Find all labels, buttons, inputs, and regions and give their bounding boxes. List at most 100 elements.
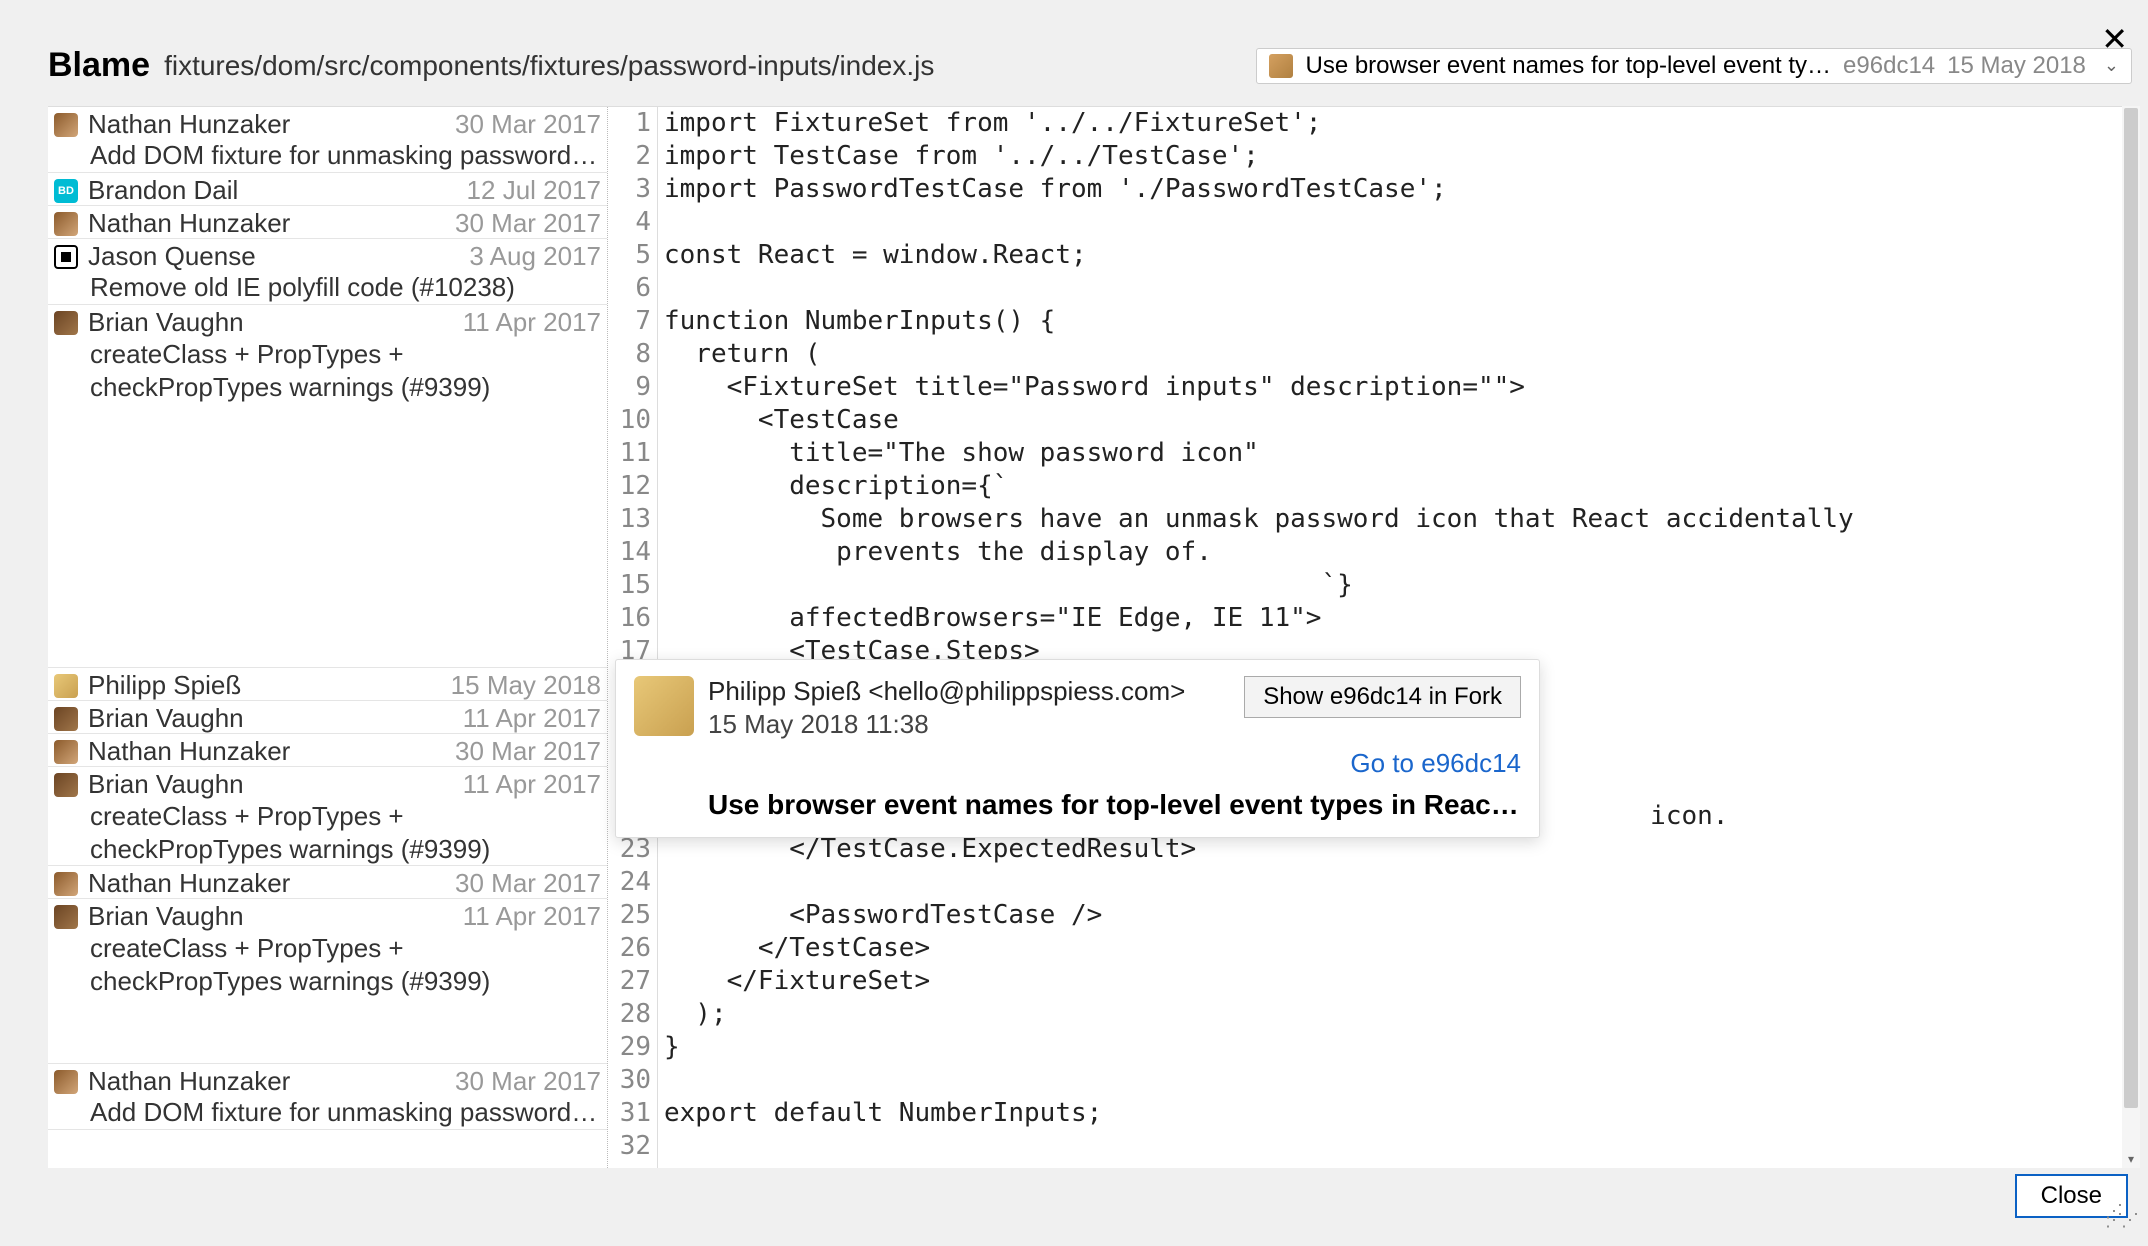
author-avatar-icon <box>54 773 78 797</box>
line-number: 8 <box>608 338 651 371</box>
author-name: Jason Quense <box>88 241 459 272</box>
commit-tooltip: Philipp Spieß <hello@philippspiess.com> … <box>615 659 1540 838</box>
author-avatar-icon <box>54 311 78 335</box>
code-line: import TestCase from '../../TestCase'; <box>664 140 2132 173</box>
author-name: Nathan Hunzaker <box>88 868 445 899</box>
scroll-thumb[interactable] <box>2124 108 2138 1108</box>
code-line: <TestCase <box>664 404 2132 437</box>
code-line: </TestCase> <box>664 932 2132 965</box>
author-name: Nathan Hunzaker <box>88 1066 445 1097</box>
author-avatar-icon <box>54 212 78 236</box>
blame-hunk[interactable]: Brian Vaughn 11 Apr 2017createClass + Pro… <box>48 899 607 1064</box>
scroll-down-icon[interactable]: ▾ <box>2122 1152 2140 1166</box>
author-name: Brian Vaughn <box>88 901 453 932</box>
line-number: 4 <box>608 206 651 239</box>
code-line: } <box>664 1031 2132 1064</box>
blame-commit-message: createClass + PropTypes + checkPropTypes… <box>48 932 607 1000</box>
blame-date: 30 Mar 2017 <box>455 1066 601 1097</box>
author-name: Brian Vaughn <box>88 307 453 338</box>
author-avatar-icon <box>54 905 78 929</box>
blame-hunk[interactable]: Brian Vaughn 11 Apr 2017createClass + Pro… <box>48 305 607 668</box>
author-avatar-icon <box>54 1070 78 1094</box>
header: Blame fixtures/dom/src/components/fixtur… <box>40 18 2140 85</box>
code-line: affectedBrowsers="IE Edge, IE 11"> <box>664 602 2132 635</box>
blame-date: 30 Mar 2017 <box>455 868 601 899</box>
code-view[interactable]: import FixtureSet from '../../FixtureSet… <box>658 107 2132 1168</box>
blame-window: ✕ Blame fixtures/dom/src/components/fixt… <box>40 18 2140 1228</box>
line-number: 3 <box>608 173 651 206</box>
line-number: 1 <box>608 107 651 140</box>
commit-timestamp: 15 May 2018 11:38 <box>708 709 1230 740</box>
line-number: 10 <box>608 404 651 437</box>
code-line: const React = window.React; <box>664 239 2132 272</box>
line-number: 14 <box>608 536 651 569</box>
author-avatar-icon <box>54 674 78 698</box>
code-line: import PasswordTestCase from './Password… <box>664 173 2132 206</box>
line-number: 13 <box>608 503 651 536</box>
blame-commit-message: Remove old IE polyfill code (#10238) <box>48 272 607 305</box>
blame-date: 11 Apr 2017 <box>463 703 601 734</box>
show-in-fork-button[interactable]: Show e96dc14 in Fork <box>1244 676 1521 718</box>
line-number-gutter: 1234567891011121314151617181920212223242… <box>608 107 658 1168</box>
blame-hunk[interactable]: Brian Vaughn11 Apr 2017createClass + Pro… <box>48 767 607 866</box>
code-line: `} <box>664 569 2132 602</box>
code-line <box>664 1064 2132 1097</box>
code-line: description={` <box>664 470 2132 503</box>
author-email: Philipp Spieß <hello@philippspiess.com> <box>708 676 1230 707</box>
blame-hunk[interactable]: Nathan Hunzaker 30 Mar 2017Add DOM fixtur… <box>48 1064 607 1130</box>
line-number: 15 <box>608 569 651 602</box>
vertical-scrollbar[interactable]: ▴ ▾ <box>2122 106 2140 1168</box>
line-number: 5 <box>608 239 651 272</box>
blame-hunk[interactable]: BDBrandon Dail12 Jul 2017 <box>48 173 607 206</box>
close-icon[interactable]: ✕ <box>2101 23 2128 55</box>
commit-message: Use browser event names for top-level ev… <box>1305 52 1831 80</box>
code-line: export default NumberInputs; <box>664 1097 2132 1130</box>
author-name: Brian Vaughn <box>88 769 453 800</box>
line-number: 16 <box>608 602 651 635</box>
blame-date: 12 Jul 2017 <box>467 175 601 206</box>
line-number: 11 <box>608 437 651 470</box>
blame-date: 30 Mar 2017 <box>455 109 601 140</box>
line-number: 28 <box>608 998 651 1031</box>
blame-hunk[interactable]: Philipp Spieß15 May 2018 <box>48 668 607 701</box>
code-line: title="The show password icon" <box>664 437 2132 470</box>
blame-hunk[interactable]: Nathan Hunzaker 30 Mar 2017Add DOM fixtur… <box>48 107 607 173</box>
author-avatar-icon <box>54 872 78 896</box>
blame-hunk[interactable]: Nathan Hunzaker30 Mar 2017 <box>48 206 607 239</box>
code-line: Some browsers have an unmask password ic… <box>664 503 2132 536</box>
line-number: 31 <box>608 1097 651 1130</box>
commit-selector[interactable]: Use browser event names for top-level ev… <box>1256 48 2132 84</box>
blame-date: 11 Apr 2017 <box>463 901 601 932</box>
blame-date: 30 Mar 2017 <box>455 736 601 767</box>
code-line: <PasswordTestCase /> <box>664 899 2132 932</box>
commit-hash: e96dc14 <box>1843 52 1935 80</box>
go-to-commit-link[interactable]: Go to e96dc14 <box>634 748 1521 779</box>
author-name: Nathan Hunzaker <box>88 109 445 140</box>
line-number: 2 <box>608 140 651 173</box>
code-line: </FixtureSet> <box>664 965 2132 998</box>
line-number: 29 <box>608 1031 651 1064</box>
blame-commit-message: Add DOM fixture for unmasking password… <box>48 140 607 173</box>
blame-hunk[interactable]: Brian Vaughn11 Apr 2017 <box>48 701 607 734</box>
author-avatar-icon <box>634 676 694 736</box>
blame-column: Nathan Hunzaker30 Mar 2017Add DOM fixtur… <box>48 107 608 1168</box>
blame-commit-message: Add DOM fixture for unmasking password… <box>48 1097 607 1130</box>
author-avatar-icon <box>54 245 78 269</box>
blame-date: 11 Apr 2017 <box>463 769 601 800</box>
blame-hunk[interactable]: Jason Quense 3 Aug 2017Remove old IE poly… <box>48 239 607 305</box>
line-number: 32 <box>608 1130 651 1163</box>
author-name: Nathan Hunzaker <box>88 736 445 767</box>
blame-commit-message: createClass + PropTypes + checkPropTypes… <box>48 338 607 406</box>
author-avatar-icon <box>54 740 78 764</box>
code-line <box>664 272 2132 305</box>
blame-date: 11 Apr 2017 <box>463 307 601 338</box>
blame-hunk[interactable]: Nathan Hunzaker 30 Mar 2017 <box>48 866 607 899</box>
author-name: Brandon Dail <box>88 175 457 206</box>
blame-hunk[interactable]: Nathan Hunzaker 30 Mar 2017 <box>48 734 607 767</box>
resize-grip-icon[interactable]: ⋰⋰⋰ <box>2105 1207 2137 1225</box>
commit-full-message: Use browser event names for top-level ev… <box>708 789 1521 821</box>
line-number: 27 <box>608 965 651 998</box>
blame-date: 3 Aug 2017 <box>469 241 601 272</box>
code-line: return ( <box>664 338 2132 371</box>
chevron-down-icon: ⌄ <box>2098 55 2119 76</box>
